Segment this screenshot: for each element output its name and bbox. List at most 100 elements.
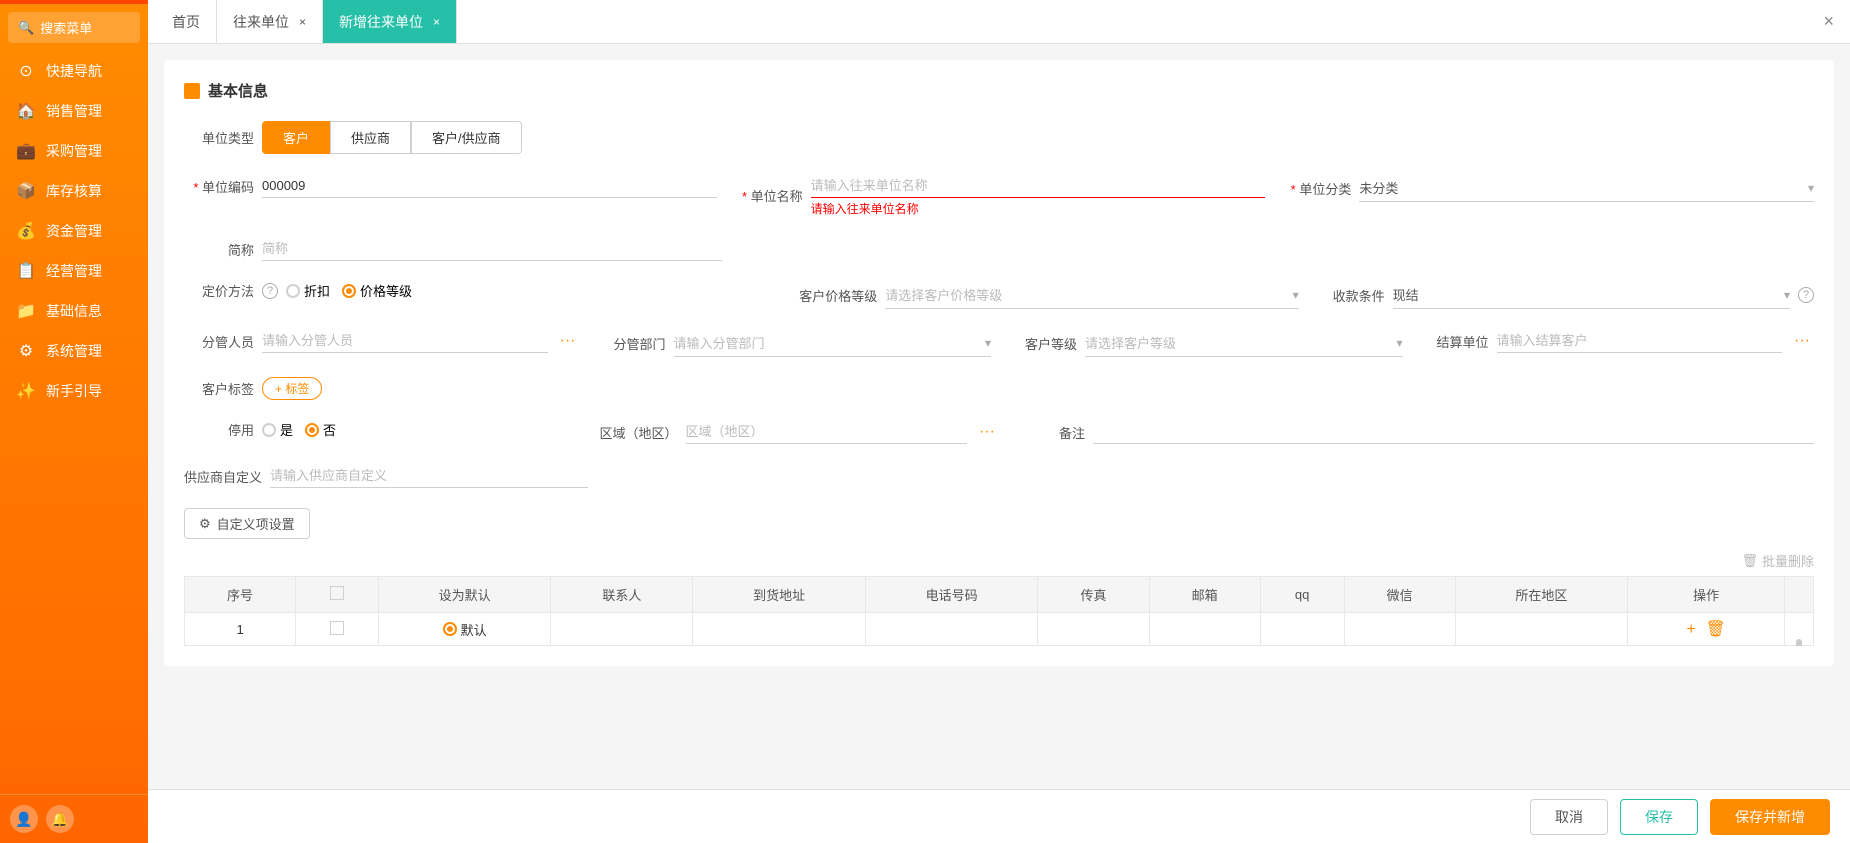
short-name-input[interactable] bbox=[262, 237, 722, 261]
manager-dots-btn[interactable]: ··· bbox=[556, 332, 580, 350]
unit-name-wrapper: 请输入往来单位名称 bbox=[811, 174, 1266, 217]
sidebar-search[interactable]: 🔍 搜索菜单 bbox=[8, 12, 140, 43]
sidebar-item-operations[interactable]: 📋 经营管理 bbox=[0, 251, 148, 291]
contact-table: 序号 设为默认 联系人 到货地址 电话号码 传真 邮箱 qq 微信 所在地区 操… bbox=[184, 576, 1814, 646]
field-settlement-unit: 结算单位 ··· bbox=[1419, 329, 1815, 353]
cell-address bbox=[693, 613, 866, 646]
payment-terms-select[interactable]: 现结 ▾ bbox=[1393, 281, 1790, 309]
unit-category-label: 单位分类 bbox=[1281, 179, 1351, 198]
field-dept: 分管部门 请输入分管部门 ▾ bbox=[596, 329, 992, 357]
custom-settings-btn[interactable]: ⚙ 自定义项设置 bbox=[184, 508, 310, 539]
unit-category-select[interactable]: 未分类 ▾ bbox=[1359, 174, 1814, 202]
note-input[interactable] bbox=[1093, 420, 1814, 444]
manager-label: 分管人员 bbox=[184, 332, 254, 351]
tab-new-partner-close[interactable]: × bbox=[433, 15, 440, 29]
customer-level-select[interactable]: 请选择客户等级 ▾ bbox=[1085, 329, 1403, 357]
settlement-unit-dots-btn[interactable]: ··· bbox=[1790, 332, 1814, 350]
region-input[interactable] bbox=[686, 420, 968, 444]
search-icon: 🔍 bbox=[18, 20, 34, 36]
sidebar-item-finance[interactable]: 💰 资金管理 bbox=[0, 211, 148, 251]
unit-code-label: 单位编码 bbox=[184, 177, 254, 196]
cancel-button[interactable]: 取消 bbox=[1530, 799, 1608, 835]
row-checkbox[interactable] bbox=[330, 621, 344, 635]
unit-type-row: 单位类型 客户 供应商 客户/供应商 bbox=[184, 121, 1814, 154]
notification-icon[interactable]: 🔔 bbox=[46, 805, 74, 833]
custom-settings-label: 自定义项设置 bbox=[217, 514, 295, 533]
sidebar-item-quicknav[interactable]: ⊙ 快捷导航 bbox=[0, 51, 148, 91]
col-wechat: 微信 bbox=[1344, 577, 1455, 613]
customer-tag-btn[interactable]: + 标签 bbox=[262, 377, 322, 400]
customer-tag-label: 客户标签 bbox=[184, 379, 254, 398]
payment-terms-help-icon[interactable]: ? bbox=[1798, 287, 1814, 303]
trash-icon: 🗑 bbox=[1741, 553, 1758, 569]
delete-row-btn[interactable]: 🗑 bbox=[1702, 621, 1728, 638]
window-close-button[interactable]: × bbox=[1815, 11, 1842, 32]
customer-price-level-label: 客户价格等级 bbox=[799, 286, 877, 305]
tab-home[interactable]: 首页 bbox=[156, 0, 217, 43]
tab-new-partner[interactable]: 新增往来单位 × bbox=[323, 0, 457, 43]
select-all-checkbox[interactable] bbox=[330, 586, 344, 600]
col-fax: 传真 bbox=[1038, 577, 1149, 613]
save-and-new-button[interactable]: 保存并新增 bbox=[1710, 799, 1830, 835]
default-radio[interactable]: 默认 bbox=[389, 620, 541, 639]
manager-input[interactable] bbox=[262, 329, 548, 353]
radio-yes[interactable]: 是 bbox=[262, 420, 293, 439]
radio-price-level[interactable]: 价格等级 bbox=[342, 281, 412, 300]
add-row-btn[interactable]: + bbox=[1683, 621, 1698, 638]
field-manager: 分管人员 ··· bbox=[184, 329, 580, 353]
sidebar-item-basic[interactable]: 📁 基础信息 bbox=[0, 291, 148, 331]
section-title-icon bbox=[184, 83, 200, 99]
region-dots-btn[interactable]: ··· bbox=[975, 423, 999, 441]
sidebar-item-basic-label: 基础信息 bbox=[46, 301, 102, 321]
batch-delete-btn[interactable]: 🗑 批量删除 bbox=[184, 551, 1814, 570]
pricing-method-label: 定价方法 bbox=[184, 281, 254, 300]
sidebar-item-finance-label: 资金管理 bbox=[46, 221, 102, 241]
pricing-help-icon[interactable]: ? bbox=[262, 283, 278, 299]
row-unit-basics: 单位编码 单位名称 请输入往来单位名称 单位分类 未分类 ▾ bbox=[184, 174, 1814, 217]
cell-email bbox=[1149, 613, 1260, 646]
sidebar-item-newbie[interactable]: ✨ 新手引导 bbox=[0, 371, 148, 411]
field-customer-price-level: 客户价格等级 请选择客户价格等级 ▾ bbox=[799, 281, 1298, 309]
customer-price-level-select[interactable]: 请选择客户价格等级 ▾ bbox=[885, 281, 1298, 309]
cell-actions: + 🗑 bbox=[1628, 613, 1785, 646]
type-btn-both[interactable]: 客户/供应商 bbox=[411, 121, 522, 154]
dept-select[interactable]: 请输入分管部门 ▾ bbox=[674, 329, 992, 357]
user-icon[interactable]: 👤 bbox=[10, 805, 38, 833]
cell-region bbox=[1455, 613, 1628, 646]
radio-no[interactable]: 否 bbox=[305, 420, 336, 439]
sidebar-item-system-label: 系统管理 bbox=[46, 341, 102, 361]
tab-partners-label: 往来单位 bbox=[233, 12, 289, 32]
unit-name-label: 单位名称 bbox=[733, 186, 803, 205]
cell-seq: 1 bbox=[185, 613, 296, 646]
row-customer-tag: 客户标签 + 标签 bbox=[184, 377, 1814, 400]
tab-partners-close[interactable]: × bbox=[299, 15, 306, 29]
customer-level-label: 客户等级 bbox=[1007, 334, 1077, 353]
type-btn-customer[interactable]: 客户 bbox=[262, 121, 330, 154]
radio-discount[interactable]: 折扣 bbox=[286, 281, 330, 300]
customer-price-level-placeholder: 请选择客户价格等级 bbox=[885, 285, 1002, 304]
main-area: 首页 往来单位 × 新增往来单位 × × 基本信息 单位类型 客户 供应商 客 bbox=[148, 0, 1850, 843]
sidebar-item-sales[interactable]: 🏠 销售管理 bbox=[0, 91, 148, 131]
radio-yes-circle bbox=[262, 423, 276, 437]
field-payment-terms: 收款条件 现结 ▾ ? bbox=[1315, 281, 1814, 309]
unit-type-group: 客户 供应商 客户/供应商 bbox=[262, 121, 522, 154]
sidebar-item-system[interactable]: ⚙ 系统管理 bbox=[0, 331, 148, 371]
radio-yes-label: 是 bbox=[280, 420, 293, 439]
save-button[interactable]: 保存 bbox=[1620, 799, 1698, 835]
unit-code-input[interactable] bbox=[262, 174, 717, 198]
note-label: 备注 bbox=[1015, 423, 1085, 442]
supplier-custom-input[interactable] bbox=[270, 464, 587, 488]
cell-scroll bbox=[1785, 613, 1814, 646]
settlement-unit-input[interactable] bbox=[1497, 329, 1783, 353]
default-radio-circle bbox=[443, 622, 457, 636]
field-note: 备注 bbox=[1015, 420, 1814, 444]
sidebar-item-purchase[interactable]: 💼 采购管理 bbox=[0, 131, 148, 171]
type-btn-supplier[interactable]: 供应商 bbox=[330, 121, 411, 154]
sidebar-bottom: 👤 🔔 bbox=[0, 794, 148, 843]
tab-partners[interactable]: 往来单位 × bbox=[217, 0, 323, 43]
unit-name-input[interactable] bbox=[811, 174, 1266, 198]
sidebar-item-inventory[interactable]: 📦 库存核算 bbox=[0, 171, 148, 211]
default-label: 默认 bbox=[461, 620, 487, 639]
tab-bar: 首页 往来单位 × 新增往来单位 × × bbox=[148, 0, 1850, 44]
payment-terms-chevron: ▾ bbox=[1784, 288, 1790, 302]
